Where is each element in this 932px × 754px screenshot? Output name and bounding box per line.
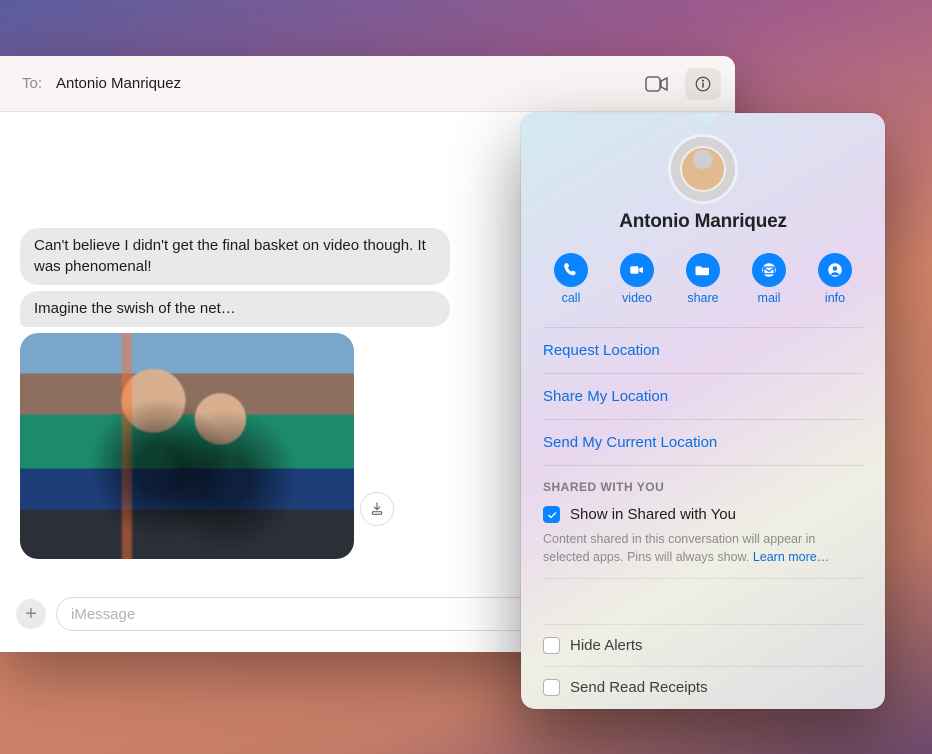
checkmark-icon <box>546 509 558 521</box>
send-read-receipts-row[interactable]: Send Read Receipts <box>543 666 863 708</box>
info-action-label: info <box>825 291 845 305</box>
show-in-shared-checkbox[interactable] <box>543 506 560 523</box>
video-icon <box>628 261 646 279</box>
mail-action-label: mail <box>758 291 781 305</box>
download-icon <box>369 501 385 517</box>
learn-more-link[interactable]: Learn more… <box>753 550 829 564</box>
hide-alerts-label: Hide Alerts <box>570 637 643 654</box>
contact-action-row: call video share mail info <box>543 253 863 305</box>
mail-action[interactable]: mail <box>741 253 797 305</box>
received-image-attachment[interactable] <box>20 333 354 559</box>
video-camera-icon <box>645 75 669 93</box>
plus-icon: + <box>25 604 37 624</box>
to-recipient-name[interactable]: Antonio Manriquez <box>56 75 181 92</box>
video-action[interactable]: video <box>609 253 665 305</box>
info-button[interactable] <box>685 68 721 100</box>
conversation-toolbar: To: Antonio Manriquez <box>0 56 735 112</box>
info-action[interactable]: info <box>807 253 863 305</box>
save-attachment-button[interactable] <box>360 492 394 526</box>
show-in-shared-checkbox-row[interactable]: Show in Shared with You <box>543 494 863 531</box>
share-my-location-link[interactable]: Share My Location <box>543 374 863 419</box>
hide-alerts-row[interactable]: Hide Alerts <box>543 624 863 666</box>
contact-avatar[interactable] <box>671 137 735 201</box>
phone-icon <box>562 261 580 279</box>
info-circle-icon <box>691 75 715 93</box>
send-read-receipts-label: Send Read Receipts <box>570 679 708 696</box>
share-action-label: share <box>687 291 718 305</box>
shared-with-you-title: SHARED WITH YOU <box>543 466 863 494</box>
show-in-shared-label: Show in Shared with You <box>570 506 736 523</box>
message-input-placeholder: iMessage <box>71 606 135 623</box>
request-location-link[interactable]: Request Location <box>543 328 863 373</box>
person-circle-icon <box>826 261 844 279</box>
received-message-bubble-2[interactable]: Imagine the swish of the net… <box>20 291 450 327</box>
to-label: To: <box>22 75 42 92</box>
contact-name: Antonio Manriquez <box>543 211 863 233</box>
mail-icon <box>760 261 778 279</box>
hide-alerts-checkbox[interactable] <box>543 637 560 654</box>
send-read-receipts-checkbox[interactable] <box>543 679 560 696</box>
share-folder-icon <box>694 261 712 279</box>
share-action[interactable]: share <box>675 253 731 305</box>
send-current-location-link[interactable]: Send My Current Location <box>543 420 863 465</box>
apps-plus-button[interactable]: + <box>16 599 46 629</box>
call-action[interactable]: call <box>543 253 599 305</box>
video-action-label: video <box>622 291 652 305</box>
shared-with-you-help: Content shared in this conversation will… <box>543 531 863 578</box>
facetime-video-button[interactable] <box>639 68 675 100</box>
received-message-bubble-1[interactable]: Can't believe I didn't get the final bas… <box>20 228 450 285</box>
contact-info-popover: Antonio Manriquez call video share mail … <box>521 113 885 709</box>
call-action-label: call <box>562 291 581 305</box>
